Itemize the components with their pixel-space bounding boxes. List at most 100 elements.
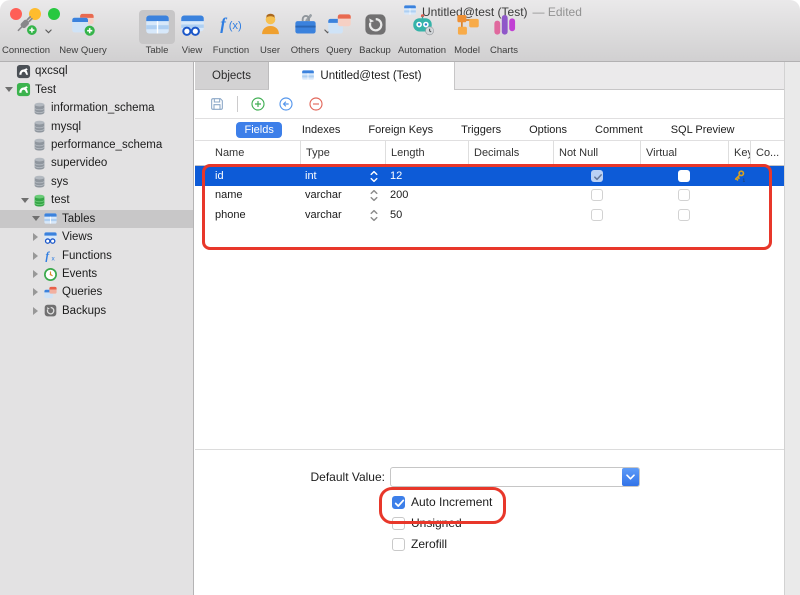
not-null-checkbox[interactable]	[590, 169, 603, 182]
field-type-cell[interactable]: varchar	[300, 205, 385, 225]
sidebar-item-functions[interactable]: f x Functions	[0, 246, 193, 264]
connection-icon	[13, 11, 40, 43]
mysql-connection-green-icon	[16, 82, 31, 97]
field-name-cell[interactable]: id	[195, 166, 300, 186]
sidebar-item-label: mysql	[51, 120, 82, 133]
field-name-cell[interactable]: name	[195, 186, 300, 206]
column-header-co[interactable]: Co...	[750, 141, 784, 165]
column-header-type[interactable]: Type	[300, 141, 385, 165]
sidebar-item-test[interactable]: test	[0, 191, 193, 209]
sidebar-item-label: supervideo	[51, 157, 108, 170]
database-gray-icon	[32, 174, 47, 189]
auto-increment-checkbox[interactable]	[392, 495, 405, 509]
option-zerofill[interactable]: Zerofill	[392, 537, 447, 551]
chevron-down-icon	[626, 474, 635, 480]
field-type-cell[interactable]: varchar	[300, 186, 385, 206]
sidebar-item-queries[interactable]: Queries	[0, 283, 193, 301]
sidebar-item-test[interactable]: Test	[0, 80, 193, 98]
field-name-cell[interactable]: phone	[195, 205, 300, 225]
tab-comment[interactable]: Comment	[587, 122, 651, 138]
sidebar-item-qxcsql[interactable]: qxcsql	[0, 62, 193, 80]
sidebar-item-label: Tables	[62, 212, 96, 225]
column-header-not-null[interactable]: Not Null	[553, 141, 640, 165]
tab-fields[interactable]: Fields	[236, 121, 282, 138]
type-stepper[interactable]	[370, 209, 378, 225]
type-stepper[interactable]	[370, 189, 378, 205]
column-header-length[interactable]: Length	[385, 141, 468, 165]
scrollbar-track[interactable]	[784, 62, 800, 595]
field-decimals-cell[interactable]	[468, 166, 553, 186]
primary-key-icon: 1	[732, 169, 746, 183]
field-type-cell[interactable]: int	[300, 166, 385, 186]
sidebar-item-tables[interactable]: Tables	[0, 209, 193, 228]
virtual-checkbox[interactable]	[678, 208, 690, 221]
charts-icon	[491, 11, 518, 43]
combo-dropdown-button[interactable]	[622, 468, 639, 486]
field-row-name[interactable]: name varchar 200	[195, 186, 784, 206]
disclosure-collapsed-icon[interactable]	[30, 251, 41, 260]
sidebar-item-sys[interactable]: sys	[0, 173, 193, 191]
tab-untitled-table[interactable]: Untitled@test (Test)	[269, 62, 455, 90]
main-area: Objects Untitled@test (Test) Fields Index…	[195, 62, 784, 595]
virtual-checkbox[interactable]	[678, 169, 690, 182]
field-row-phone[interactable]: phone varchar 50	[195, 205, 784, 225]
disclosure-collapsed-icon[interactable]	[30, 288, 41, 297]
delete-field-button[interactable]	[308, 96, 324, 112]
sidebar-item-supervideo[interactable]: supervideo	[0, 154, 193, 172]
field-length-cell[interactable]: 200	[385, 186, 468, 206]
field-decimals-cell[interactable]	[468, 186, 553, 206]
tab-options[interactable]: Options	[521, 122, 575, 138]
sidebar-item-label: Queries	[62, 286, 103, 299]
column-header-virtual[interactable]: Virtual	[640, 141, 728, 165]
column-header-key[interactable]: Key	[728, 141, 750, 165]
default-value-combobox[interactable]	[390, 467, 640, 487]
key-cell	[728, 205, 750, 225]
type-stepper[interactable]	[370, 170, 378, 186]
sidebar-item-label: performance_schema	[51, 138, 163, 151]
comment-cell[interactable]	[750, 205, 784, 225]
sidebar-item-views[interactable]: Views	[0, 228, 193, 246]
unsigned-checkbox[interactable]	[392, 516, 405, 530]
svg-text:1: 1	[743, 177, 746, 182]
disclosure-expanded-icon[interactable]	[19, 197, 30, 203]
save-button[interactable]	[209, 96, 225, 112]
virtual-checkbox[interactable]	[678, 189, 690, 202]
database-gray-icon	[32, 137, 47, 152]
column-header-decimals[interactable]: Decimals	[468, 141, 553, 165]
connection-tree-sidebar: qxcsql Test information_schemamysql perform…	[0, 62, 194, 595]
sidebar-item-events[interactable]: Events	[0, 265, 193, 283]
zerofill-checkbox[interactable]	[392, 537, 405, 551]
field-grid-header: NameTypeLengthDecimalsNot NullVirtualKey…	[195, 141, 784, 166]
insert-field-button[interactable]	[278, 96, 294, 112]
field-length-cell[interactable]: 12	[385, 166, 468, 186]
field-row-id[interactable]: id int 12 1	[195, 166, 784, 186]
database-gray-icon	[32, 119, 47, 134]
column-header-name[interactable]: Name	[195, 141, 300, 165]
disclosure-expanded-icon[interactable]	[3, 87, 14, 93]
disclosure-expanded-icon[interactable]	[30, 216, 41, 222]
disclosure-collapsed-icon[interactable]	[30, 306, 41, 315]
not-null-checkbox[interactable]	[590, 189, 603, 202]
disclosure-collapsed-icon[interactable]	[30, 270, 41, 279]
tab-triggers[interactable]: Triggers	[453, 122, 509, 138]
disclosure-collapsed-icon[interactable]	[30, 233, 41, 242]
tab-sql-preview[interactable]: SQL Preview	[663, 122, 743, 138]
sidebar-item-performance_schema[interactable]: performance_schema	[0, 136, 193, 154]
add-field-button[interactable]	[250, 96, 266, 112]
option-auto-increment[interactable]: Auto Increment	[392, 495, 492, 509]
option-unsigned[interactable]: Unsigned	[392, 516, 462, 530]
sidebar-item-backups[interactable]: Backups	[0, 302, 193, 320]
sidebar-item-label: Backups	[62, 304, 107, 317]
sidebar-item-information_schema[interactable]: information_schema	[0, 99, 193, 117]
sidebar-item-mysql[interactable]: mysql	[0, 117, 193, 135]
tab-objects[interactable]: Objects	[195, 62, 269, 89]
not-null-checkbox[interactable]	[590, 208, 603, 221]
field-decimals-cell[interactable]	[468, 205, 553, 225]
table-icon	[301, 68, 315, 85]
tab-indexes[interactable]: Indexes	[294, 122, 349, 138]
tab-foreign-keys[interactable]: Foreign Keys	[360, 122, 441, 138]
field-length-cell[interactable]: 50	[385, 205, 468, 225]
toolbar-item-charts[interactable]: Charts	[458, 10, 550, 56]
comment-cell[interactable]	[750, 166, 784, 186]
comment-cell[interactable]	[750, 186, 784, 206]
